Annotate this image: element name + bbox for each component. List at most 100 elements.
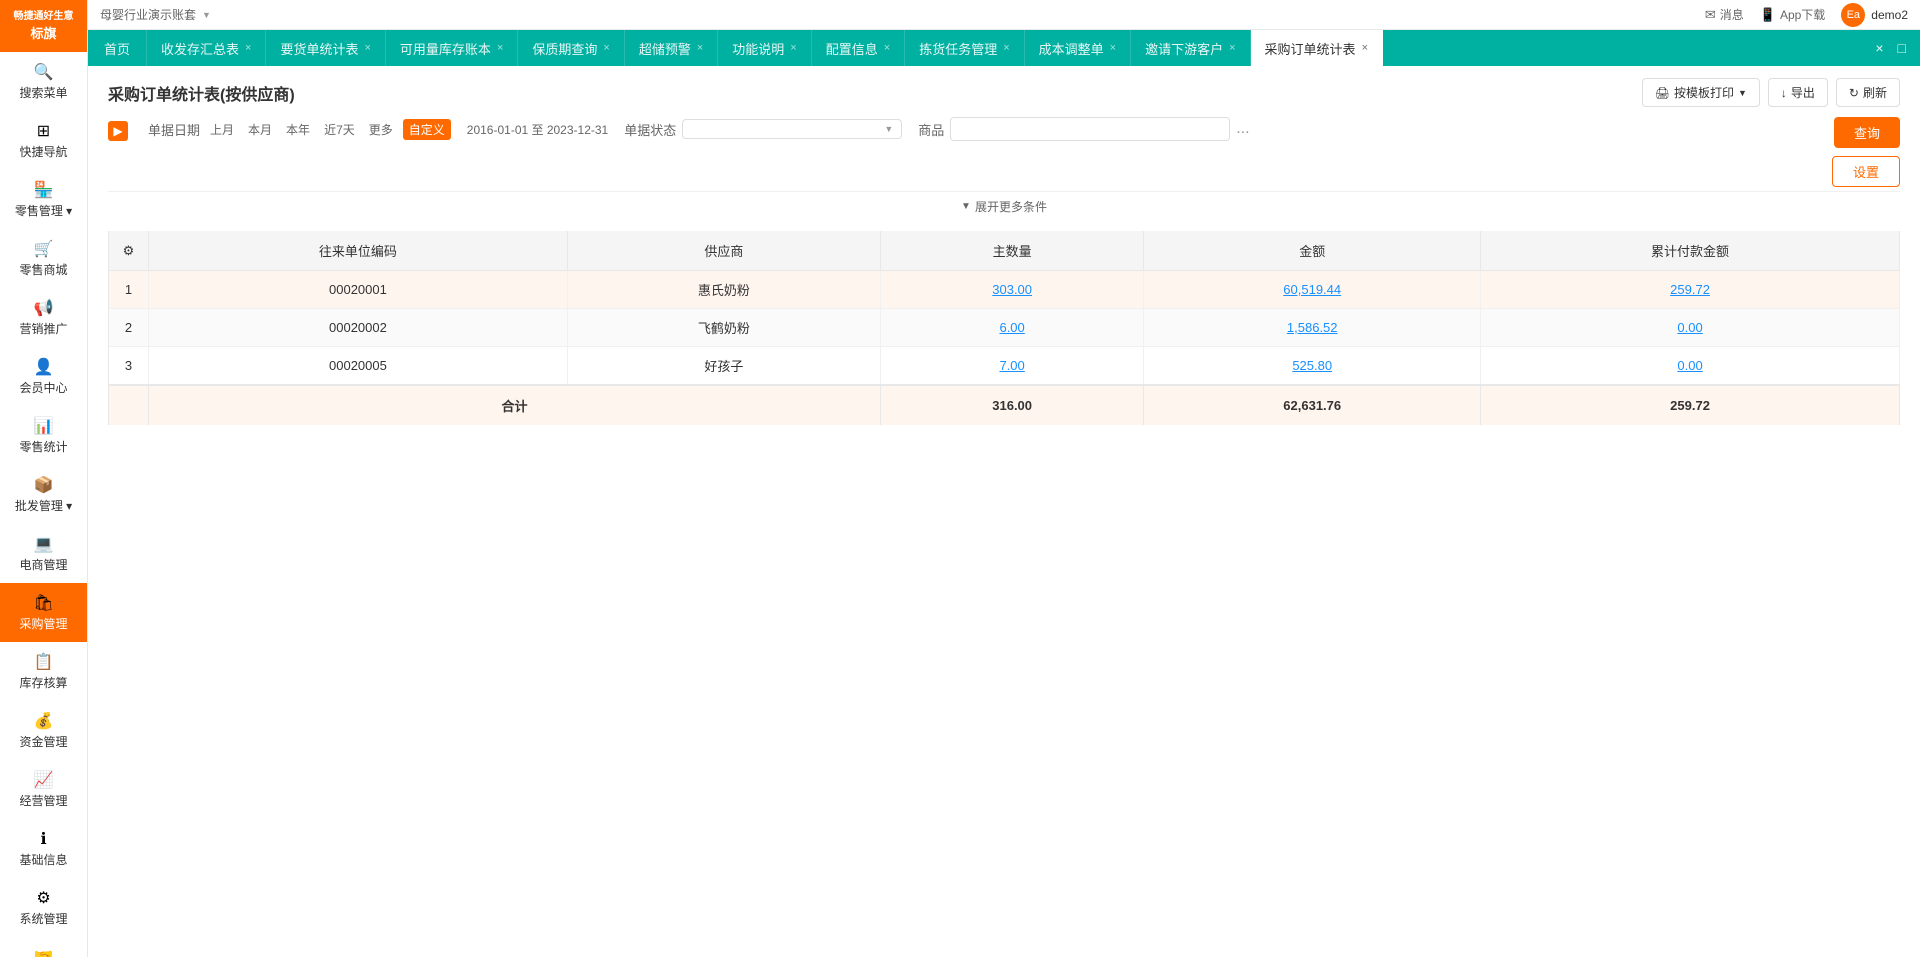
tab-home[interactable]: 首页 <box>88 30 147 66</box>
shortcut-last-month[interactable]: 上月 <box>206 119 238 140</box>
goods-ellipsis[interactable]: ... <box>1236 120 1249 138</box>
refresh-btn[interactable]: ↻ 刷新 <box>1836 78 1900 107</box>
sidebar-item-store[interactable]: 🛒 零售商城 <box>0 229 87 288</box>
sidebar-label-ecommerce: 电商管理 <box>19 556 67 573</box>
cell-paid-2[interactable]: 0.00 <box>1481 347 1900 386</box>
cell-supplier-2: 好孩子 <box>567 347 880 386</box>
cell-amount-2[interactable]: 525.80 <box>1144 347 1481 386</box>
settings-btn[interactable]: 设置 <box>1832 156 1900 187</box>
table-footer-row: 合计 316.00 62,631.76 259.72 <box>109 385 1900 425</box>
sidebar-icon-nav: ⊞ <box>37 121 50 141</box>
sidebar-item-nav[interactable]: ⊞ 快捷导航 <box>0 111 87 170</box>
sidebar-icon-retail: 🏪 <box>34 180 54 200</box>
sidebar-item-purchase[interactable]: 🛍 采购管理 <box>0 583 87 642</box>
cell-code-2: 00020005 <box>149 347 568 386</box>
sidebar-item-marketing[interactable]: 📢 营销推广 <box>0 288 87 347</box>
shortcut-more[interactable]: 更多 <box>365 119 397 140</box>
col-settings-icon[interactable]: ⚙ <box>109 231 149 271</box>
tab-kucun[interactable]: 可用量库存账本× <box>386 30 518 66</box>
print-btn[interactable]: 🖨 按模板打印 ▼ <box>1642 78 1760 107</box>
app-download-btn[interactable]: 📱 App下载 <box>1760 6 1826 23</box>
date-range-value: 2016-01-01 至 2023-12-31 <box>467 121 608 138</box>
filter-area: ▶ 单据日期 上月 本月 本年 近7天 更多 <box>88 107 1920 231</box>
shortcut-custom[interactable]: 自定义 <box>403 119 451 140</box>
close-all-tabs-btn[interactable]: × <box>1869 36 1889 60</box>
query-btn[interactable]: 查询 <box>1834 117 1900 148</box>
tab-close-peizhi[interactable]: × <box>884 42 890 54</box>
shortcut-this-month[interactable]: 本月 <box>244 119 276 140</box>
tab-邀请下游客户[interactable]: 邀请下游客户× <box>1131 30 1250 66</box>
sidebar-label-retail-stat: 零售统计 <box>19 438 67 455</box>
maximize-btn[interactable]: □ <box>1892 36 1912 60</box>
sidebar-icon-basic: ℹ <box>40 829 46 849</box>
tab-close-baozhiqi[interactable]: × <box>603 42 609 54</box>
tab-close-chengben[interactable]: × <box>1110 42 1116 54</box>
cell-amount-0[interactable]: 60,519.44 <box>1144 271 1481 309</box>
sidebar-item-retail-stat[interactable]: 📊 零售统计 <box>0 406 87 465</box>
cell-paid-1[interactable]: 0.00 <box>1481 309 1900 347</box>
sidebar-item-operation[interactable]: 📈 经营管理 <box>0 760 87 819</box>
page-actions: 🖨 按模板打印 ▼ ↓ 导出 ↻ 刷新 <box>1642 78 1900 107</box>
page-content: 采购订单统计表(按供应商) 🖨 按模板打印 ▼ ↓ 导出 ↻ 刷新 <box>88 66 1920 957</box>
logo-text: 标旗 <box>30 23 56 42</box>
sidebar-item-system[interactable]: ⚙ 系统管理 <box>0 878 87 937</box>
table-row: 2 00020002 飞鹤奶粉 6.00 1,586.52 0.00 <box>109 309 1900 347</box>
tab-close-kucun[interactable]: × <box>497 42 503 54</box>
cell-qty-1[interactable]: 6.00 <box>880 309 1143 347</box>
username-label[interactable]: demo2 <box>1871 8 1908 22</box>
goods-input[interactable] <box>950 117 1230 141</box>
tab-close-shoufа[interactable]: × <box>245 42 251 54</box>
tab-baozhiqi[interactable]: 保质期查询× <box>518 30 624 66</box>
sidebar-label-nav: 快捷导航 <box>19 143 67 160</box>
tab-yaohuo[interactable]: 要货单统计表× <box>266 30 385 66</box>
sidebar-item-wholesale[interactable]: 📦 批发管理 ▾ <box>0 465 87 524</box>
expand-more-btn[interactable]: ▼ 展开更多条件 <box>108 191 1900 221</box>
tab-pihuo[interactable]: 拣货任务管理× <box>905 30 1024 66</box>
sidebar-item-inventory[interactable]: 📋 库存核算 <box>0 642 87 701</box>
cell-amount-1[interactable]: 1,586.52 <box>1144 309 1481 347</box>
sidebar-icon-marketing: 📢 <box>34 298 54 318</box>
sidebar-label-member: 会员中心 <box>19 379 67 396</box>
message-btn[interactable]: ✉ 消息 <box>1705 6 1744 23</box>
sidebar-item-member[interactable]: 👤 会员中心 <box>0 347 87 406</box>
sidebar-item-finance[interactable]: 💰 资金管理 <box>0 701 87 760</box>
sidebar-item-ecommerce[interactable]: 💻 电商管理 <box>0 524 87 583</box>
page-title: 采购订单统计表(按供应商) <box>108 81 295 105</box>
cell-code-0: 00020001 <box>149 271 568 309</box>
tab-peizhi[interactable]: 配置信息× <box>812 30 905 66</box>
tab-close-gongneng[interactable]: × <box>790 42 796 54</box>
tab-close-caigou[interactable]: × <box>1362 42 1368 54</box>
export-btn[interactable]: ↓ 导出 <box>1768 78 1828 107</box>
cell-no-2: 3 <box>109 347 149 386</box>
cell-code-1: 00020002 <box>149 309 568 347</box>
sidebar-item-enterprise[interactable]: 🤝 企业协同 <box>0 937 87 957</box>
sidebar-icon-finance: 💰 <box>34 711 54 731</box>
cell-paid-0[interactable]: 259.72 <box>1481 271 1900 309</box>
app-label: App下载 <box>1780 6 1825 23</box>
col-amount: 金额 <box>1144 231 1481 271</box>
shortcut-7days[interactable]: 近7天 <box>320 119 359 140</box>
sidebar-icon-search: 🔍 <box>34 62 54 82</box>
sidebar-label-store: 零售商城 <box>19 261 67 278</box>
sidebar-item-basic[interactable]: ℹ 基础信息 <box>0 819 87 878</box>
breadcrumb-chevron-icon[interactable]: ▼ <box>202 10 211 20</box>
tab-close-超储预警[interactable]: × <box>697 42 703 54</box>
tab-close-pihuo[interactable]: × <box>1003 42 1009 54</box>
tab-caigou[interactable]: 采购订单统计表× <box>1251 30 1383 66</box>
tab-chengben[interactable]: 成本调整单× <box>1025 30 1131 66</box>
cell-qty-0[interactable]: 303.00 <box>880 271 1143 309</box>
sidebar-item-retail[interactable]: 🏪 零售管理 ▾ <box>0 170 87 229</box>
settings-icon: ⚙ <box>123 243 135 258</box>
tab-close-邀请下游客户[interactable]: × <box>1229 42 1235 54</box>
status-select[interactable]: ▼ <box>682 119 902 139</box>
tab-gongneng[interactable]: 功能说明× <box>718 30 811 66</box>
tab-shoufа[interactable]: 收发存汇总表× <box>147 30 266 66</box>
shortcut-this-year[interactable]: 本年 <box>282 119 314 140</box>
tab-close-yaohuo[interactable]: × <box>364 42 370 54</box>
sidebar-item-search[interactable]: 🔍 搜索菜单 <box>0 52 87 111</box>
filter-toggle-btn[interactable]: ▶ <box>108 121 128 141</box>
sidebar-label-wholesale: 批发管理 ▾ <box>15 497 72 514</box>
col-supplier: 供应商 <box>567 231 880 271</box>
cell-qty-2[interactable]: 7.00 <box>880 347 1143 386</box>
tab-超储预警[interactable]: 超储预警× <box>625 30 718 66</box>
